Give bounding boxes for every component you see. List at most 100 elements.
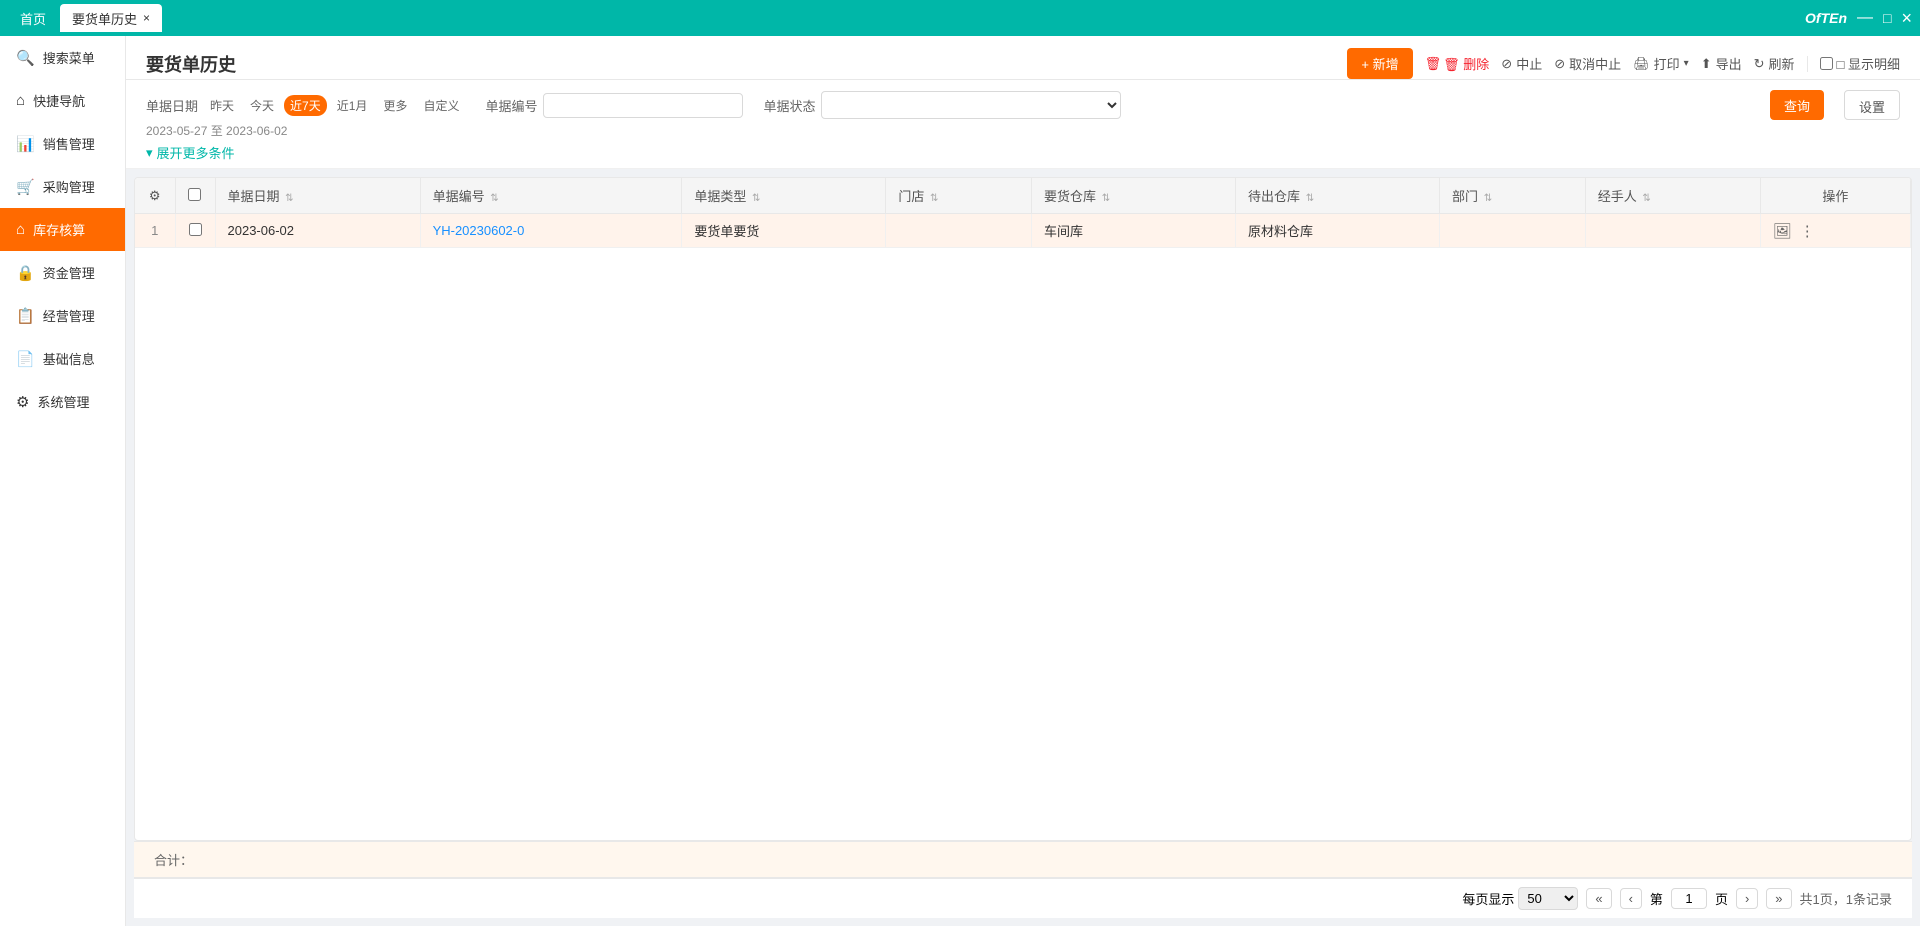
th-store[interactable]: 门店 ⇅ (886, 178, 1032, 214)
cell-department (1440, 214, 1586, 248)
th-action: 操作 (1760, 178, 1910, 214)
th-department[interactable]: 部门 ⇅ (1440, 178, 1586, 214)
stop-button[interactable]: ⊘ 中止 (1501, 50, 1542, 77)
close-window-button[interactable]: × (1901, 8, 1912, 29)
date-btn-today[interactable]: 今天 (244, 95, 280, 116)
cell-req-warehouse: 车间库 (1032, 214, 1236, 248)
total-pages-info: 共1页，1条记录 (1800, 889, 1892, 908)
doc-number-label: 单据编号 (485, 96, 537, 115)
sidebar-item-label: 快捷导航 (33, 91, 85, 110)
stop-icon: ⊘ (1501, 56, 1512, 72)
tab-requisition-history[interactable]: 要货单历史 × (60, 4, 162, 32)
sort-department-icon: ⇅ (1484, 193, 1492, 204)
minimize-button[interactable]: — (1857, 9, 1873, 27)
print-button[interactable]: 🖨 打印 ▾ (1633, 50, 1689, 77)
sidebar-item-purchase-mgmt[interactable]: 🛒 采购管理 (0, 165, 125, 208)
date-btn-yesterday[interactable]: 昨天 (204, 95, 240, 116)
sort-req-warehouse-icon: ⇅ (1102, 193, 1110, 204)
th-handler[interactable]: 经手人 ⇅ (1585, 178, 1760, 214)
tab-requisition-label: 要货单历史 (72, 9, 137, 28)
date-range-display: 2023-05-27 至 2023-06-02 (146, 122, 1900, 139)
table-settings-icon[interactable]: ⚙ (149, 188, 161, 203)
th-doc-number[interactable]: 单据编号 ⇅ (420, 178, 682, 214)
cell-action: 🖼 ⋮ (1760, 214, 1910, 248)
expand-more-btn[interactable]: ▾ 展开更多条件 (146, 143, 1900, 162)
total-label: 合计： (154, 853, 193, 868)
date-btn-custom[interactable]: 自定义 (417, 95, 465, 116)
top-bar: 首页 要货单历史 × OfTEn — □ × (0, 0, 1920, 36)
doc-number-link[interactable]: YH-20230602-0 (433, 223, 525, 238)
delete-button[interactable]: 🗑 🗑 删除 (1425, 50, 1490, 77)
window-controls: OfTEn — □ × (1805, 8, 1912, 29)
query-button[interactable]: 查询 (1770, 90, 1824, 120)
doc-number-input[interactable] (543, 93, 743, 118)
sort-doc-number-icon: ⇅ (490, 193, 498, 204)
sidebar-item-search-menu[interactable]: 🔍 搜索菜单 (0, 36, 125, 79)
row-select-checkbox[interactable] (189, 223, 202, 236)
refresh-icon: ↻ (1754, 56, 1765, 72)
page-input[interactable] (1671, 888, 1707, 909)
date-range-text: 2023-05-27 至 2023-06-02 (146, 124, 287, 138)
select-all-checkbox[interactable] (188, 188, 201, 201)
new-button[interactable]: + 新增 (1347, 48, 1412, 79)
filter-section: 单据日期 昨天 今天 近7天 近1月 更多 自定义 单据编号 (126, 80, 1920, 169)
table-body: 1 2023-06-02 YH-20230602-0 要货单要货 车间库 原材料… (135, 214, 1911, 248)
doc-status-filter-group: 单据状态 (763, 91, 1750, 119)
sidebar-item-sales-mgmt[interactable]: 📊 销售管理 (0, 122, 125, 165)
cell-doc-number[interactable]: YH-20230602-0 (420, 214, 682, 248)
more-icon[interactable]: ⋮ (1800, 222, 1815, 240)
next-page-button[interactable]: › (1736, 888, 1758, 909)
settings-button[interactable]: 设置 (1844, 90, 1900, 120)
view-icon[interactable]: 🖼 (1773, 222, 1792, 240)
close-tab-icon[interactable]: × (143, 11, 150, 25)
pagination-bar: 每页显示 50 10 20 100 « ‹ 第 页 › » 共1页，1条记录 (134, 878, 1912, 918)
goto-label: 第 (1650, 889, 1663, 908)
th-req-warehouse[interactable]: 要货仓库 ⇅ (1032, 178, 1236, 214)
requisition-table: ⚙ 单据日期 ⇅ 单据编号 ⇅ (135, 178, 1911, 248)
maximize-button[interactable]: □ (1883, 10, 1891, 26)
last-page-button[interactable]: » (1766, 888, 1791, 909)
sort-doc-date-icon: ⇅ (285, 193, 293, 204)
display-detail-toggle[interactable]: □ 显示明细 (1820, 54, 1900, 73)
prev-page-button[interactable]: ‹ (1620, 888, 1642, 909)
sidebar-item-label: 资金管理 (43, 263, 95, 282)
page-title: 要货单历史 (146, 51, 236, 77)
cell-pending-warehouse: 原材料仓库 (1236, 214, 1440, 248)
row-checkbox[interactable] (175, 214, 215, 248)
th-doc-type[interactable]: 单据类型 ⇅ (682, 178, 886, 214)
date-filter-label: 单据日期 (146, 96, 198, 115)
export-button[interactable]: ⬆ 导出 (1701, 50, 1742, 77)
th-doc-date[interactable]: 单据日期 ⇅ (215, 178, 420, 214)
finance-mgmt-icon: 🔒 (16, 264, 35, 282)
sort-handler-icon: ⇅ (1642, 193, 1650, 204)
date-btn-7days[interactable]: 近7天 (284, 95, 327, 116)
display-detail-checkbox[interactable] (1820, 57, 1833, 70)
date-btn-more[interactable]: 更多 (377, 95, 413, 116)
th-checkbox[interactable] (175, 178, 215, 214)
sidebar-item-label: 系统管理 (37, 392, 89, 411)
th-pending-warehouse[interactable]: 待出仓库 ⇅ (1236, 178, 1440, 214)
sidebar-item-operations-mgmt[interactable]: 📋 经营管理 (0, 294, 125, 337)
sidebar-item-system-mgmt[interactable]: ⚙ 系统管理 (0, 380, 125, 423)
table-row[interactable]: 1 2023-06-02 YH-20230602-0 要货单要货 车间库 原材料… (135, 214, 1911, 248)
sidebar-item-quick-nav[interactable]: ⌂ 快捷导航 (0, 79, 125, 122)
sidebar-item-inventory[interactable]: ⌂ 库存核算 (0, 208, 125, 251)
th-settings[interactable]: ⚙ (135, 178, 175, 214)
sidebar-item-label: 库存核算 (33, 220, 85, 239)
sidebar-item-basic-info[interactable]: 📄 基础信息 (0, 337, 125, 380)
refresh-button[interactable]: ↻ 刷新 (1754, 50, 1795, 77)
table-footer: 合计： (134, 841, 1912, 878)
print-dropdown-icon: ▾ (1684, 58, 1689, 69)
date-btn-1month[interactable]: 近1月 (331, 95, 374, 116)
doc-status-select[interactable] (821, 91, 1121, 119)
cancel-stop-button[interactable]: ⊘ 取消中止 (1554, 50, 1621, 77)
sort-pending-warehouse-icon: ⇅ (1306, 193, 1314, 204)
first-page-button[interactable]: « (1586, 888, 1611, 909)
sidebar-item-finance-mgmt[interactable]: 🔒 资金管理 (0, 251, 125, 294)
purchase-mgmt-icon: 🛒 (16, 178, 35, 196)
per-page-select[interactable]: 50 10 20 100 (1518, 887, 1578, 910)
operations-mgmt-icon: 📋 (16, 307, 35, 325)
row-index: 1 (135, 214, 175, 248)
toolbar-separator (1807, 56, 1808, 72)
tab-home[interactable]: 首页 (8, 4, 58, 32)
